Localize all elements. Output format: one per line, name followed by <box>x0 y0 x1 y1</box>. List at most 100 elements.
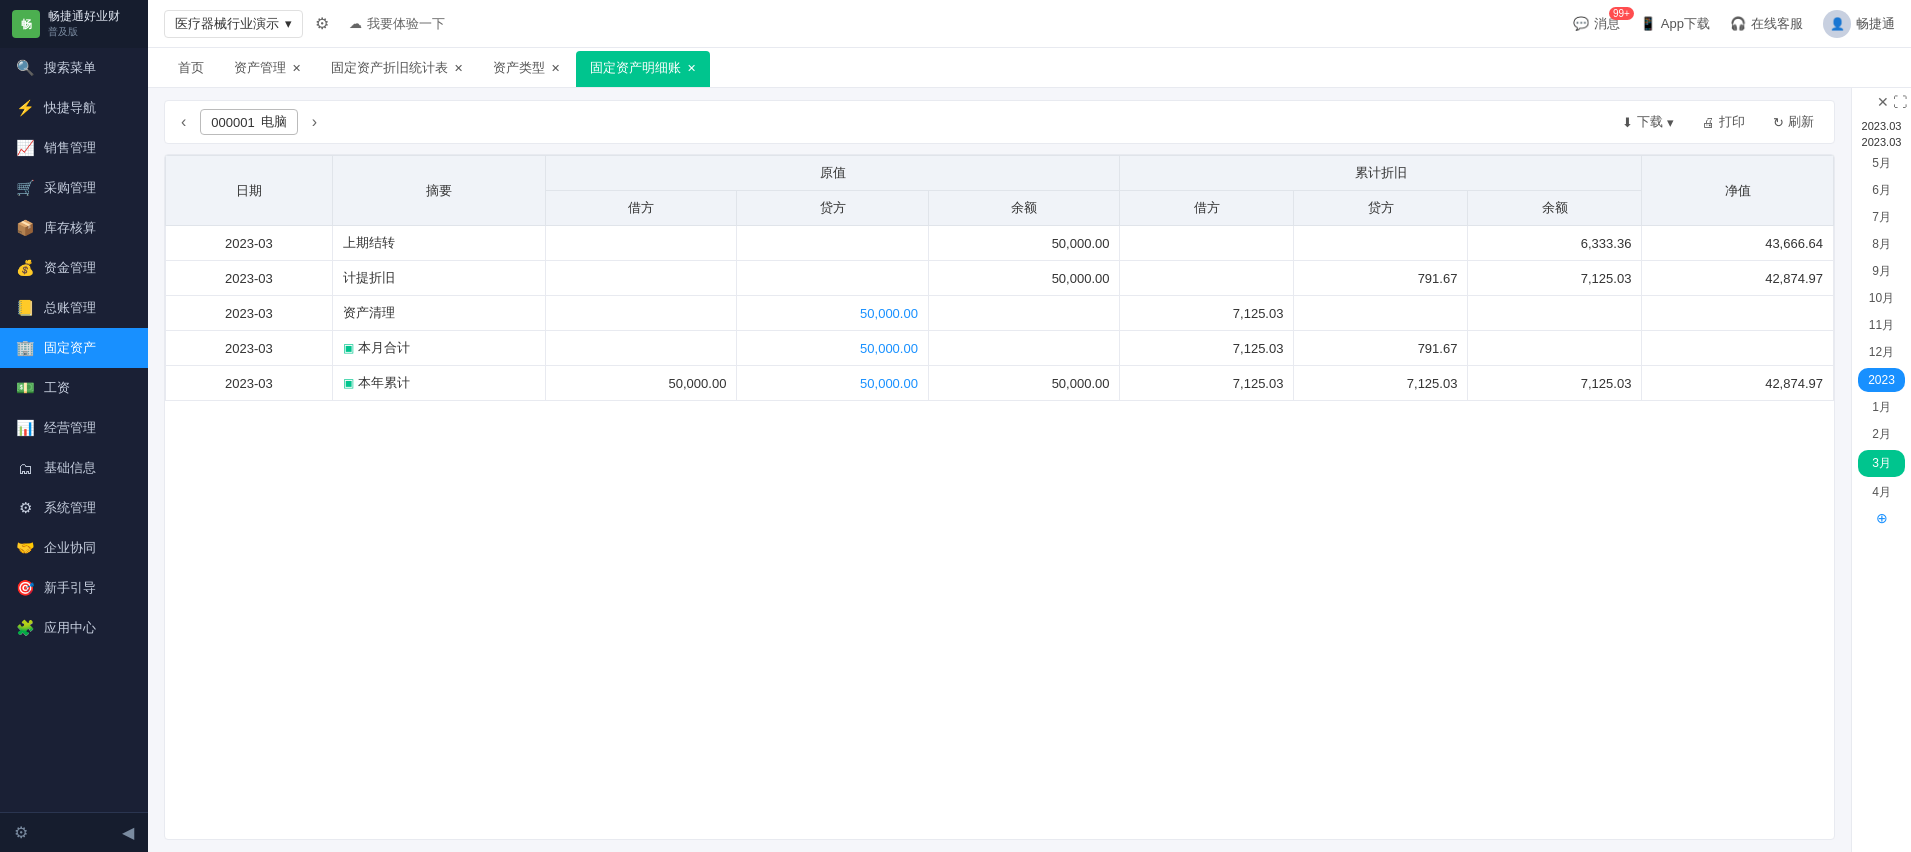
timeline-month-item[interactable]: 4月 <box>1852 479 1911 506</box>
building-icon: 🏢 <box>16 339 34 357</box>
sidebar-item-quicknav[interactable]: ⚡ 快捷导航 <box>0 88 148 128</box>
sidebar-item-label: 工资 <box>44 379 70 397</box>
topbar: 医疗器械行业演示 ▾ ⚙ ☁ 我要体验一下 💬 消息 99+ 📱 App下载 🎧… <box>148 0 1911 48</box>
cell-dep-credit <box>1294 226 1468 261</box>
sidebar-scroll: 🔍 搜索菜单 ⚡ 快捷导航 📈 销售管理 🛒 采购管理 📦 库存核算 💰 资金管… <box>0 48 148 812</box>
tab-close-icon[interactable]: ✕ <box>292 63 301 74</box>
message-btn[interactable]: 💬 消息 99+ <box>1573 15 1620 33</box>
prev-asset-btn[interactable]: ‹ <box>177 111 190 133</box>
apps-icon: 🧩 <box>16 619 34 637</box>
sidebar-item-label: 企业协同 <box>44 539 96 557</box>
sidebar-item-ledger[interactable]: 📒 总账管理 <box>0 288 148 328</box>
user-btn[interactable]: 👤 畅捷通 <box>1823 10 1895 38</box>
timeline-month-item[interactable]: 11月 <box>1852 312 1911 339</box>
cell-dep-credit: 7,125.03 <box>1294 366 1468 401</box>
tab-depreciation[interactable]: 固定资产折旧统计表 ✕ <box>317 51 477 87</box>
cloud-icon: ☁ <box>349 16 362 31</box>
sidebar-item-finance[interactable]: 💰 资金管理 <box>0 248 148 288</box>
sidebar-item-salary[interactable]: 💵 工资 <box>0 368 148 408</box>
col-dep-credit: 贷方 <box>1294 191 1468 226</box>
cell-orig-balance: 50,000.00 <box>928 226 1120 261</box>
sidebar-item-apps[interactable]: 🧩 应用中心 <box>0 608 148 648</box>
cell-dep-debit <box>1120 261 1294 296</box>
timeline-month-item[interactable]: 8月 <box>1852 231 1911 258</box>
toolbar-right: ⬇ 下载 ▾ 🖨 打印 ↻ 刷新 <box>1614 109 1822 135</box>
cell-date: 2023-03 <box>166 331 333 366</box>
cell-dep-credit <box>1294 296 1468 331</box>
cell-orig-debit: 50,000.00 <box>545 366 737 401</box>
refresh-btn[interactable]: ↻ 刷新 <box>1765 109 1822 135</box>
timeline-month-item[interactable]: 7月 <box>1852 204 1911 231</box>
cell-orig-credit: 50,000.00 <box>737 296 929 331</box>
close-panel-btn[interactable]: ✕ <box>1877 94 1889 110</box>
tab-close-icon[interactable]: ✕ <box>454 63 463 74</box>
refresh-label: 刷新 <box>1788 113 1814 131</box>
tab-label: 固定资产折旧统计表 <box>331 59 448 77</box>
sidebar-item-collab[interactable]: 🤝 企业协同 <box>0 528 148 568</box>
timeline-end-date: 2023.03 <box>1852 134 1911 150</box>
sidebar-item-sales[interactable]: 📈 销售管理 <box>0 128 148 168</box>
tab-detail[interactable]: 固定资产明细账 ✕ <box>576 51 710 87</box>
tab-home[interactable]: 首页 <box>164 51 218 87</box>
sidebar-item-operations[interactable]: 📊 经营管理 <box>0 408 148 448</box>
company-selector[interactable]: 医疗器械行业演示 ▾ <box>164 10 303 38</box>
detail-table: 日期 摘要 原值 累计折旧 净值 借方 贷方 余额 借方 贷方 余额 <box>164 154 1835 840</box>
row-icon: ▣ <box>343 341 354 355</box>
timeline-month-item[interactable]: 6月 <box>1852 177 1911 204</box>
topbar-settings-icon[interactable]: ⚙ <box>315 14 329 33</box>
tab-close-icon[interactable]: ✕ <box>687 63 696 74</box>
tab-close-icon[interactable]: ✕ <box>551 63 560 74</box>
tab-assets[interactable]: 资产管理 ✕ <box>220 51 315 87</box>
sidebar-item-label: 固定资产 <box>44 339 96 357</box>
sidebar-item-guide[interactable]: 🎯 新手引导 <box>0 568 148 608</box>
sidebar-item-label: 系统管理 <box>44 499 96 517</box>
footer-settings-icon[interactable]: ⚙ <box>14 823 28 842</box>
tab-label: 首页 <box>178 59 204 77</box>
col-dep-debit: 借方 <box>1120 191 1294 226</box>
cell-dep-balance: 7,125.03 <box>1468 261 1642 296</box>
sidebar-item-basic-info[interactable]: 🗂 基础信息 <box>0 448 148 488</box>
sidebar-item-purchase[interactable]: 🛒 采购管理 <box>0 168 148 208</box>
sidebar-footer: ⚙ ◀ <box>0 812 148 852</box>
collapse-sidebar-icon[interactable]: ◀ <box>122 823 134 842</box>
sidebar-item-system[interactable]: ⚙ 系统管理 <box>0 488 148 528</box>
cell-dep-debit: 7,125.03 <box>1120 296 1294 331</box>
sidebar-item-search[interactable]: 🔍 搜索菜单 <box>0 48 148 88</box>
timeline-scroll-down-btn[interactable]: ⊕ <box>1852 506 1911 530</box>
cell-orig-balance: 50,000.00 <box>928 366 1120 401</box>
message-icon: 💬 <box>1573 16 1589 31</box>
expand-panel-btn[interactable]: ⛶ <box>1893 94 1907 110</box>
timeline-month-item[interactable]: 3月 <box>1858 450 1905 477</box>
cell-orig-credit: 50,000.00 <box>737 366 929 401</box>
sidebar-item-fixed-assets[interactable]: 🏢 固定资产 <box>0 328 148 368</box>
service-btn[interactable]: 🎧 在线客服 <box>1730 15 1803 33</box>
tab-category[interactable]: 资产类型 ✕ <box>479 51 574 87</box>
sidebar-header: 畅 畅捷通好业财 普及版 <box>0 0 148 48</box>
col-dep-balance: 余额 <box>1468 191 1642 226</box>
timeline-month-item[interactable]: 2月 <box>1852 421 1911 448</box>
refresh-icon: ↻ <box>1773 115 1784 130</box>
timeline-month-item[interactable]: 9月 <box>1852 258 1911 285</box>
topbar-right: 💬 消息 99+ 📱 App下载 🎧 在线客服 👤 畅捷通 <box>1573 10 1895 38</box>
cell-summary: 计提折旧 <box>332 261 545 296</box>
cell-net-value: 42,874.97 <box>1642 366 1834 401</box>
tabs-bar: 首页 资产管理 ✕ 固定资产折旧统计表 ✕ 资产类型 ✕ 固定资产明细账 ✕ <box>148 48 1911 88</box>
print-btn[interactable]: 🖨 打印 <box>1694 109 1753 135</box>
content-area: ‹ 000001 电脑 › ⬇ 下载 ▾ 🖨 打印 <box>148 88 1911 852</box>
col-date: 日期 <box>166 156 333 226</box>
sidebar-item-inventory[interactable]: 📦 库存核算 <box>0 208 148 248</box>
timeline-month-item[interactable]: 10月 <box>1852 285 1911 312</box>
next-asset-btn[interactable]: › <box>308 111 321 133</box>
chart-icon: 📈 <box>16 139 34 157</box>
timeline-month-item[interactable]: 12月 <box>1852 339 1911 366</box>
timeline-month-item[interactable]: 5月 <box>1852 150 1911 177</box>
timeline-month-item[interactable]: 1月 <box>1852 394 1911 421</box>
tab-label: 资产管理 <box>234 59 286 77</box>
download-icon: 📱 <box>1640 16 1656 31</box>
main-content: ‹ 000001 电脑 › ⬇ 下载 ▾ 🖨 打印 <box>148 88 1851 852</box>
experience-btn[interactable]: ☁ 我要体验一下 <box>349 15 445 33</box>
download-btn[interactable]: 📱 App下载 <box>1640 15 1710 33</box>
cell-orig-debit <box>545 261 737 296</box>
sidebar-item-label: 快捷导航 <box>44 99 96 117</box>
download-btn[interactable]: ⬇ 下载 ▾ <box>1614 109 1682 135</box>
